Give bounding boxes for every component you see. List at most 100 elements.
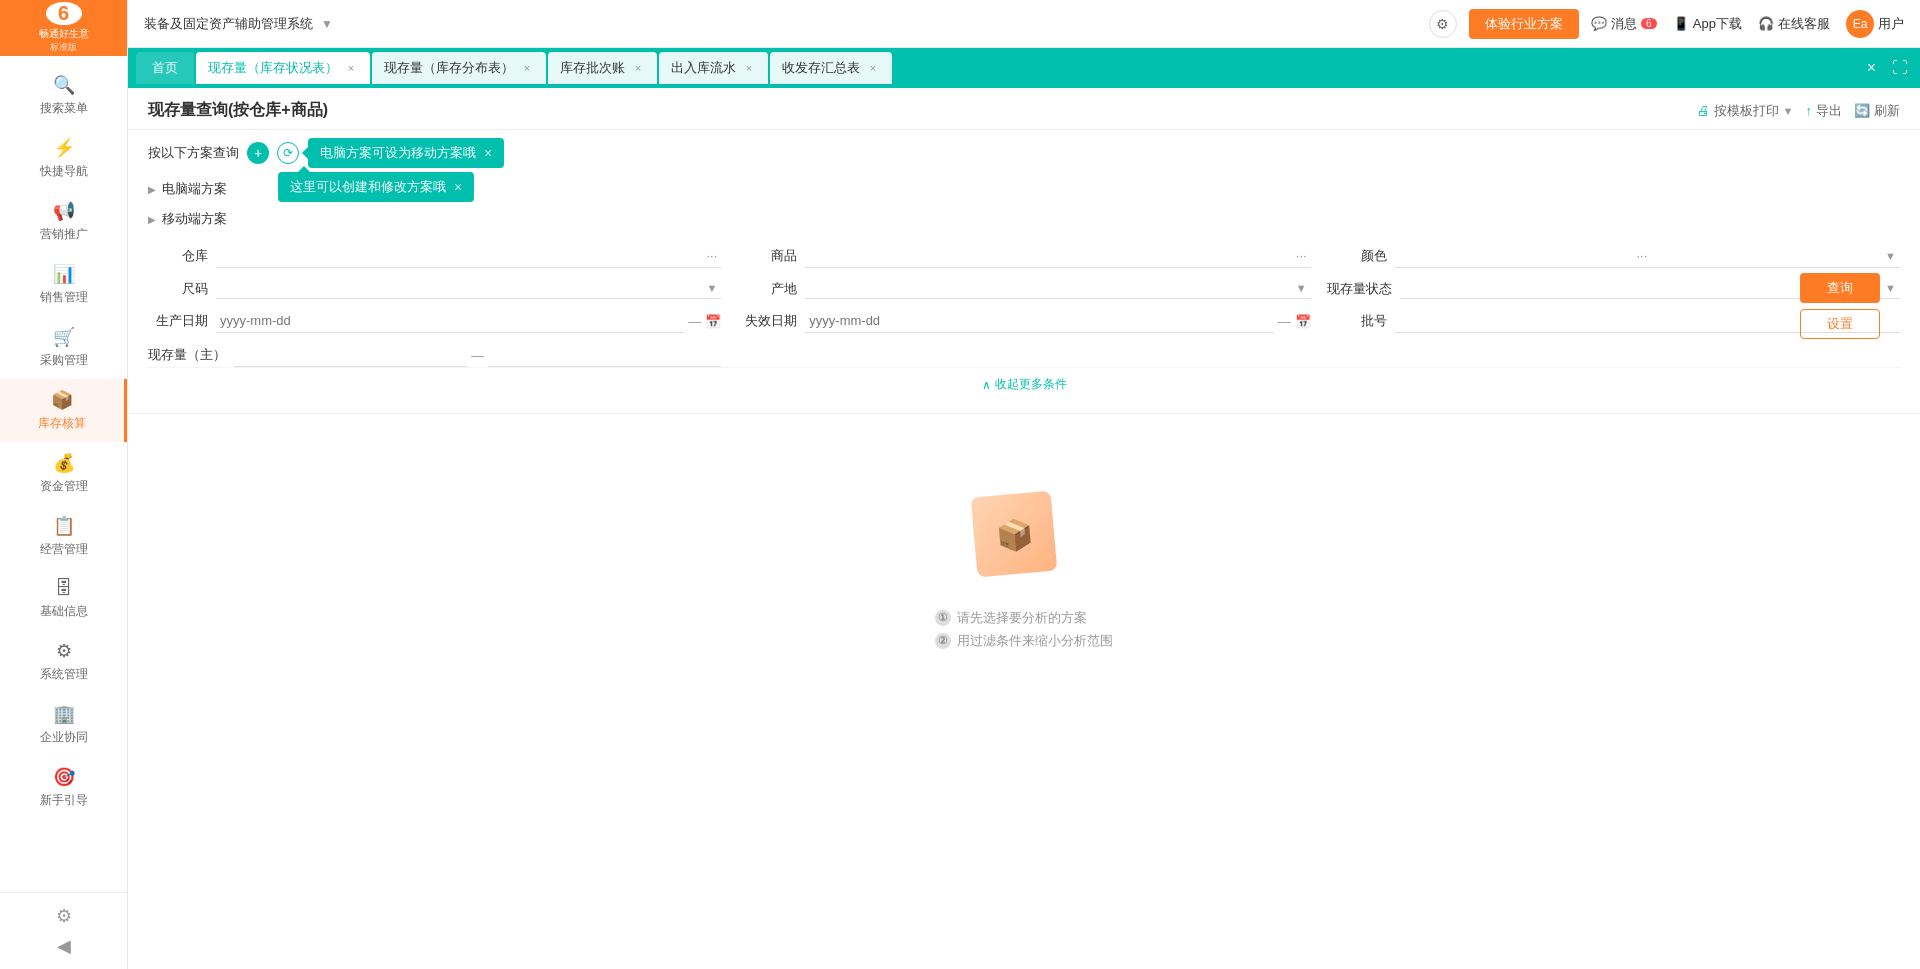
empty-tips: ① 请先选择要分析的方案 ② 用过滤条件来缩小分析范围	[935, 606, 1113, 653]
tab-stock-flow-close[interactable]: ×	[742, 61, 756, 75]
sidebar-collapse-btn[interactable]: ◀	[57, 935, 71, 957]
export-btn[interactable]: ↑ 导出	[1806, 102, 1843, 120]
sidebar-item-quick[interactable]: ⚡ 快捷导航	[0, 127, 127, 190]
collapse-label: 收起更多条件	[995, 376, 1067, 393]
sidebar-item-system[interactable]: ⚙ 系统管理	[0, 630, 127, 693]
message-icon: 💬	[1591, 16, 1607, 31]
sidebar-item-label: 营销推广	[40, 226, 88, 243]
print-btn[interactable]: 🖨 按模板打印 ▼	[1697, 102, 1794, 120]
produce-date-start[interactable]	[216, 309, 684, 333]
print-label: 按模板打印	[1714, 102, 1779, 120]
stock-main-start[interactable]	[234, 343, 467, 367]
filter-section: 按以下方案查询 + ⟳ « 电脑方案可设为移动方案哦 × 这里可以创建和修改方案…	[128, 130, 1920, 414]
sidebar-item-marketing[interactable]: 📢 营销推广	[0, 190, 127, 253]
color-dots[interactable]: ···	[1636, 248, 1647, 263]
empty-face-icon: 📦	[994, 515, 1034, 553]
product-label: 商品	[737, 247, 797, 265]
color-select[interactable]: ··· ▼	[1395, 244, 1900, 268]
app-subtitle: 标准版	[50, 41, 77, 54]
online-service-btn[interactable]: 🎧 在线客服	[1758, 15, 1830, 33]
tab-stock-dist[interactable]: 现存量（库存分布表） ×	[372, 52, 546, 84]
origin-dropdown-icon: ▼	[1296, 282, 1307, 294]
scheme-popup-close[interactable]: ×	[484, 145, 492, 161]
produce-date-calendar-icon[interactable]: 📅	[705, 314, 721, 329]
export-label: 导出	[1816, 102, 1842, 120]
color-dropdown-icon: ▼	[1885, 250, 1896, 262]
message-btn[interactable]: 💬 消息 6	[1591, 15, 1657, 33]
product-dots[interactable]: ···	[1296, 248, 1307, 263]
sidebar-item-operation[interactable]: 📋 经营管理	[0, 505, 127, 568]
service-icon: 🎧	[1758, 16, 1774, 31]
collapse-bar[interactable]: ∧ 收起更多条件	[148, 367, 1900, 401]
warehouse-select[interactable]: ···	[216, 244, 721, 268]
sidebar-item-sales[interactable]: 📊 销售管理	[0, 253, 127, 316]
system-chevron-icon: ▼	[321, 17, 333, 31]
expire-date-start[interactable]	[805, 309, 1273, 333]
sidebar-item-search[interactable]: 🔍 搜索菜单	[0, 64, 127, 127]
filter-field-expire-date: 失效日期 — 📅	[737, 309, 1310, 333]
tab-stock-summary[interactable]: 收发存汇总表 ×	[770, 52, 892, 84]
main-area: 装备及固定资产辅助管理系统 ▼ ⚙ 体验行业方案 💬 消息 6 📱 App下载 …	[128, 0, 1920, 969]
tab-home[interactable]: 首页	[136, 52, 194, 84]
sidebar-item-label: 库存核算	[38, 415, 86, 432]
filter-field-produce-date: 生产日期 — 📅	[148, 309, 721, 333]
marketing-icon: 📢	[53, 200, 75, 222]
sidebar-item-enterprise[interactable]: 🏢 企业协同	[0, 693, 127, 756]
search-btn[interactable]: 查询	[1800, 273, 1880, 303]
tab-stock-batch-close[interactable]: ×	[631, 61, 645, 75]
search-icon: 🔍	[53, 74, 75, 96]
edit-scheme-tooltip-close[interactable]: ×	[454, 179, 462, 195]
size-select[interactable]: ▼	[216, 278, 721, 299]
topbar-settings-btn[interactable]: ⚙	[1429, 10, 1457, 38]
tabbar-close-btn[interactable]: ×	[1863, 55, 1880, 81]
operation-icon: 📋	[53, 515, 75, 537]
industry-btn[interactable]: 体验行业方案	[1469, 9, 1579, 39]
sidebar-item-finance[interactable]: 💰 资金管理	[0, 442, 127, 505]
app-download-label: App下载	[1693, 15, 1742, 33]
edit-scheme-tooltip-text: 这里可以创建和修改方案哦	[290, 178, 446, 196]
product-select[interactable]: ···	[805, 244, 1310, 268]
reset-btn[interactable]: 设置	[1800, 309, 1880, 339]
stock-main-label: 现存量（主）	[148, 346, 226, 364]
system-name: 装备及固定资产辅助管理系统	[144, 15, 313, 33]
sidebar-item-base[interactable]: 🗄 基础信息	[0, 568, 127, 630]
stock-main-end[interactable]	[488, 343, 721, 367]
chevron-right-icon-2: ▶	[148, 214, 156, 225]
system-icon: ⚙	[56, 640, 72, 662]
expire-date-calendar-icon[interactable]: 📅	[1295, 314, 1311, 329]
user-btn[interactable]: Ea 用户	[1846, 10, 1904, 38]
tab-stock-status-close[interactable]: ×	[344, 61, 358, 75]
sidebar-item-label: 企业协同	[40, 729, 88, 746]
warehouse-dots[interactable]: ···	[706, 248, 717, 263]
search-reset-group: 查询 设置	[1800, 273, 1880, 339]
tabbar-fullscreen-btn[interactable]: ⛶	[1888, 55, 1912, 81]
tabbar: 首页 现存量（库存状况表） × 现存量（库存分布表） × 库存批次账 × 出入库…	[128, 48, 1920, 88]
sidebar-item-inventory[interactable]: 📦 库存核算	[0, 379, 127, 442]
origin-select[interactable]: ▼	[805, 278, 1310, 299]
filter-refresh-btn[interactable]: ⟳	[277, 142, 299, 164]
sidebar-item-purchase[interactable]: 🛒 采购管理	[0, 316, 127, 379]
sidebar: 6 畅通好生意 标准版 🔍 搜索菜单 ⚡ 快捷导航 📢 营销推广 📊 销售管理 …	[0, 0, 128, 969]
refresh-btn[interactable]: 🔄 刷新	[1854, 102, 1900, 120]
tab-stock-summary-close[interactable]: ×	[866, 61, 880, 75]
tab-stock-flow[interactable]: 出入库流水 ×	[659, 52, 768, 84]
mobile-icon: 📱	[1673, 16, 1689, 31]
scheme-group-desktop-label: 电脑端方案	[162, 180, 227, 198]
user-label: 用户	[1878, 15, 1904, 33]
filter-label: 按以下方案查询	[148, 144, 239, 162]
logo-icon: 6	[46, 2, 82, 25]
sidebar-logo: 6 畅通好生意 标准版	[0, 0, 127, 56]
sidebar-settings-btn[interactable]: ⚙	[56, 905, 72, 927]
tab-stock-status[interactable]: 现存量（库存状况表） ×	[196, 52, 370, 84]
tab-stock-batch[interactable]: 库存批次账 ×	[548, 52, 657, 84]
scheme-group-mobile-header[interactable]: ▶ 移动端方案	[148, 206, 1900, 232]
filter-add-btn[interactable]: +	[247, 142, 269, 164]
sidebar-item-label: 系统管理	[40, 666, 88, 683]
tab-stock-dist-close[interactable]: ×	[520, 61, 534, 75]
tip1-text: 请先选择要分析的方案	[957, 606, 1087, 629]
produce-date-sep: —	[688, 314, 701, 329]
sidebar-item-guide[interactable]: 🎯 新手引导	[0, 756, 127, 819]
scheme-popup: 电脑方案可设为移动方案哦 ×	[308, 138, 504, 168]
app-download-btn[interactable]: 📱 App下载	[1673, 15, 1742, 33]
avatar: Ea	[1846, 10, 1874, 38]
